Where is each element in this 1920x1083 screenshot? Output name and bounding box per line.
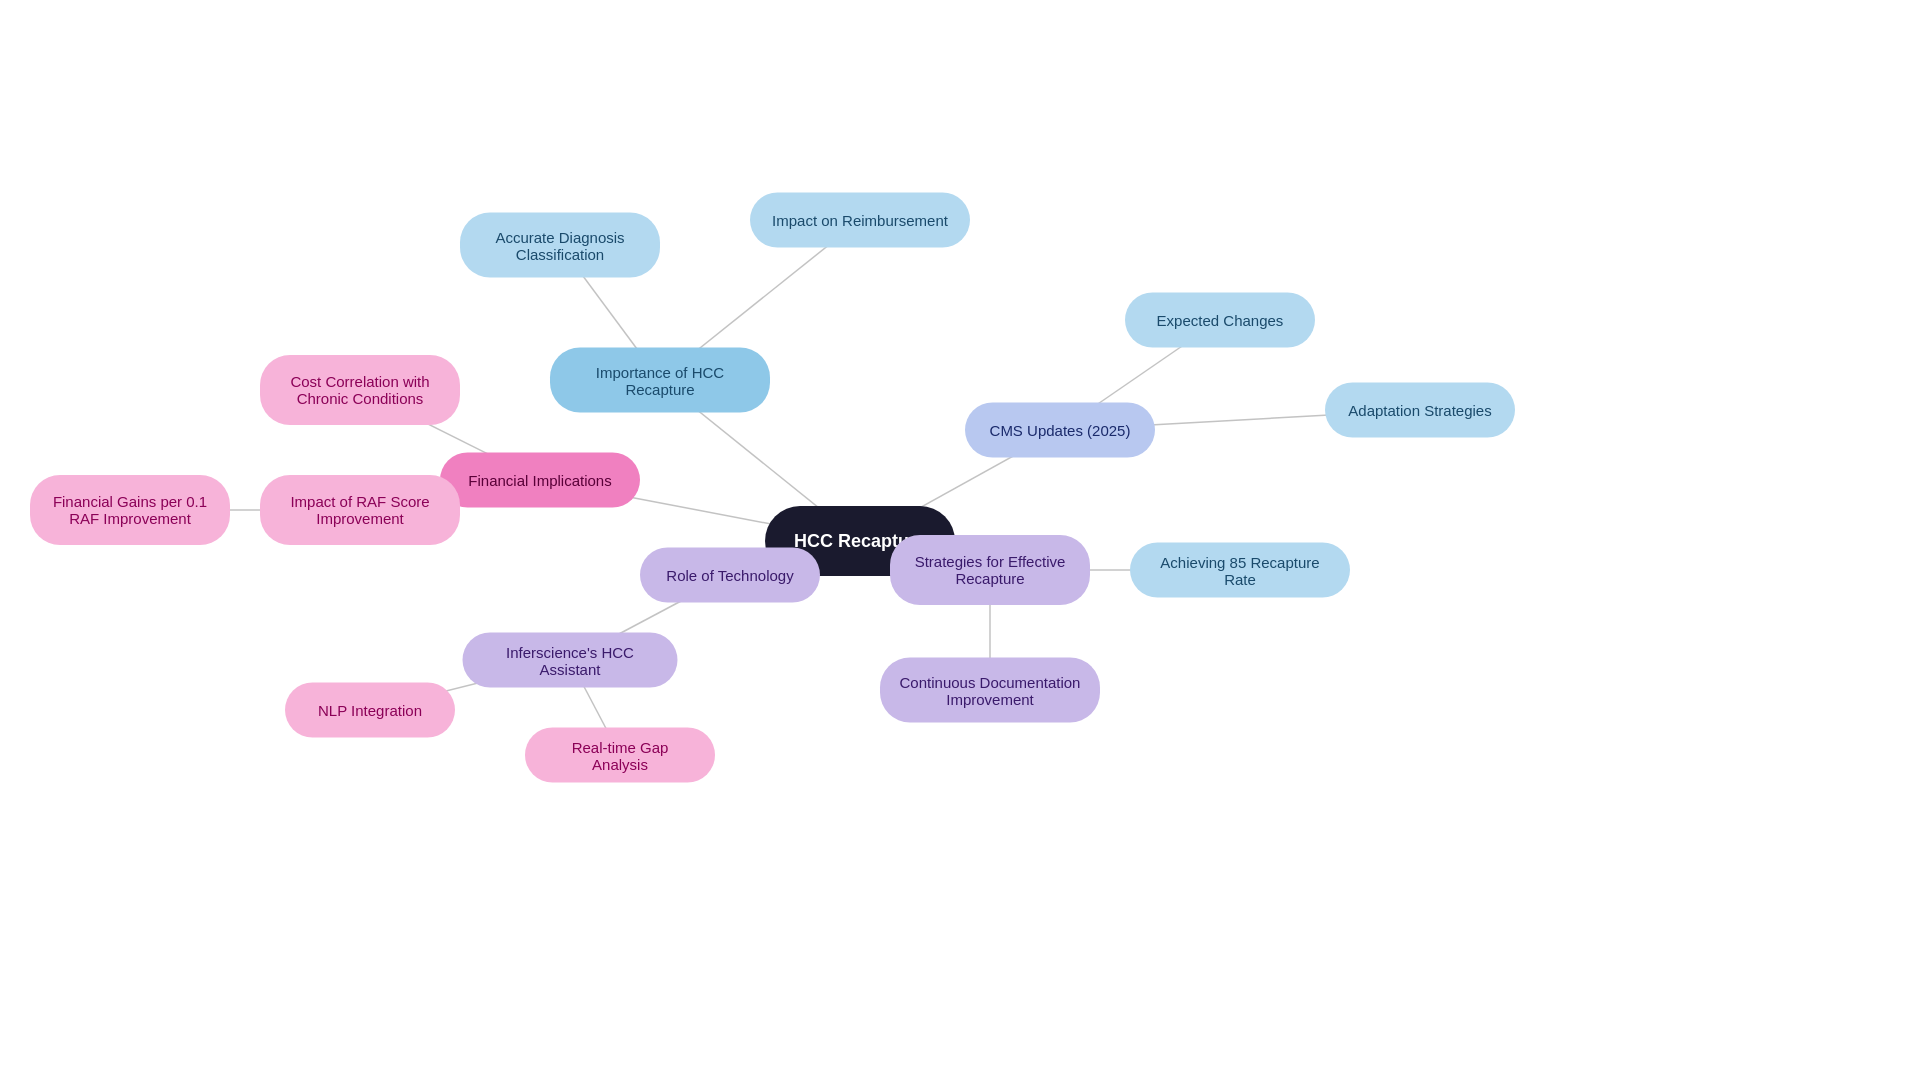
node-impact-reimbursement[interactable]: Impact on Reimbursement xyxy=(750,193,970,248)
node-expected-changes[interactable]: Expected Changes xyxy=(1125,293,1315,348)
mindmap-container: HCC RecaptureImportance of HCC Recapture… xyxy=(0,0,1920,1083)
node-cms-updates[interactable]: CMS Updates (2025) xyxy=(965,403,1155,458)
node-realtime-gap[interactable]: Real-time Gap Analysis xyxy=(525,728,715,783)
node-adaptation-strategies[interactable]: Adaptation Strategies xyxy=(1325,383,1515,438)
node-inferscience[interactable]: Inferscience's HCC Assistant xyxy=(463,633,678,688)
node-accurate-diagnosis[interactable]: Accurate Diagnosis Classification xyxy=(460,213,660,278)
node-financial-implications[interactable]: Financial Implications xyxy=(440,453,640,508)
node-continuous-doc[interactable]: Continuous Documentation Improvement xyxy=(880,658,1100,723)
node-financial-gains[interactable]: Financial Gains per 0.1 RAF Improvement xyxy=(30,475,230,545)
node-nlp-integration[interactable]: NLP Integration xyxy=(285,683,455,738)
node-cost-correlation[interactable]: Cost Correlation with Chronic Conditions xyxy=(260,355,460,425)
node-role-technology[interactable]: Role of Technology xyxy=(640,548,820,603)
node-impact-raf[interactable]: Impact of RAF Score Improvement xyxy=(260,475,460,545)
node-importance-hcc[interactable]: Importance of HCC Recapture xyxy=(550,348,770,413)
node-achieving-85[interactable]: Achieving 85 Recapture Rate xyxy=(1130,543,1350,598)
node-strategies-recapture[interactable]: Strategies for Effective Recapture xyxy=(890,535,1090,605)
